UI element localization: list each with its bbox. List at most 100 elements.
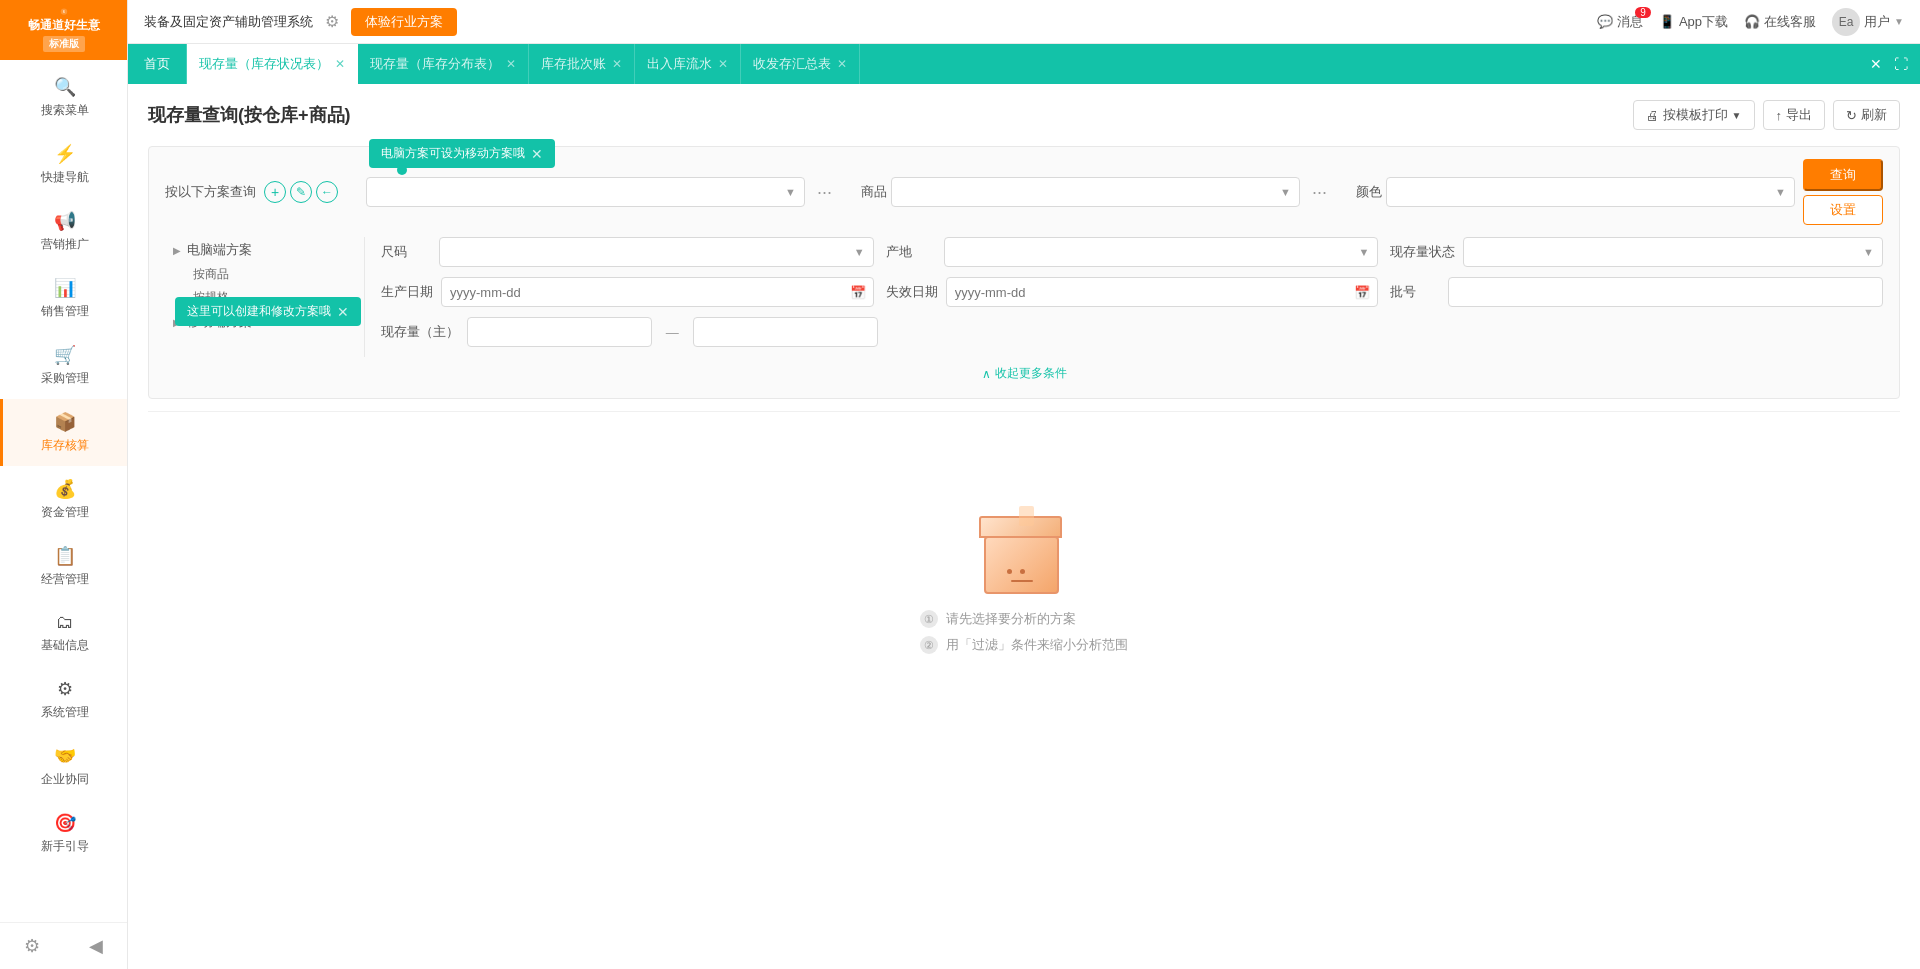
tooltip-pc-scheme-close[interactable]: ✕ xyxy=(531,146,543,162)
enterprise-icon: 🤝 xyxy=(54,745,76,767)
sidebar-item-label: 企业协同 xyxy=(41,771,89,788)
sidebar-item-sales[interactable]: 📊 销售管理 xyxy=(0,265,127,332)
tab-inventory-status[interactable]: 现存量（库存状况表） ✕ xyxy=(187,44,358,84)
sidebar-item-marketing[interactable]: 📢 营销推广 xyxy=(0,198,127,265)
refresh-btn[interactable]: ↻ 刷新 xyxy=(1833,100,1900,130)
search-menu-icon: 🔍 xyxy=(54,76,76,98)
sidebar-item-purchase[interactable]: 🛒 采购管理 xyxy=(0,332,127,399)
app-download-btn[interactable]: 📱 App下载 xyxy=(1659,13,1728,31)
collapse-more-btn[interactable]: ∧ 收起更多条件 xyxy=(165,357,1883,386)
color-select[interactable]: ▼ xyxy=(1386,177,1795,207)
sidebar-item-enterprise[interactable]: 🤝 企业协同 xyxy=(0,733,127,800)
export-label: 导出 xyxy=(1786,106,1812,124)
tab-collect-summary-close[interactable]: ✕ xyxy=(837,57,847,71)
tooltip-connector-dot xyxy=(397,165,407,175)
app-tag: 标准版 xyxy=(43,36,85,52)
batch-input[interactable] xyxy=(1448,277,1883,307)
sidebar-item-quick-nav[interactable]: ⚡ 快捷导航 xyxy=(0,131,127,198)
app-logo: 6 畅通道好生意 标准版 xyxy=(0,0,127,60)
box-mouth xyxy=(1011,580,1033,582)
sidebar-item-newbie[interactable]: 🎯 新手引导 xyxy=(0,800,127,867)
industry-solution-btn[interactable]: 体验行业方案 xyxy=(351,8,457,36)
box-body xyxy=(984,536,1059,594)
tooltip-create-scheme-text: 这里可以创建和修改方案哦 xyxy=(187,303,331,320)
sidebar-item-label: 采购管理 xyxy=(41,370,89,387)
topbar-right: 💬 消息 9 📱 App下载 🎧 在线客服 Ea 用户 ▼ xyxy=(1597,8,1904,36)
goods-dots-icon[interactable]: ··· xyxy=(1308,182,1348,203)
sidebar-item-basic[interactable]: 🗂 基础信息 xyxy=(0,600,127,666)
message-icon: 💬 xyxy=(1597,14,1613,29)
production-date-input[interactable] xyxy=(441,277,874,307)
back-btn[interactable]: ← xyxy=(316,181,338,203)
tooltip-create-scheme-close[interactable]: ✕ xyxy=(337,304,349,320)
sales-icon: 📊 xyxy=(54,277,76,299)
tab-inventory-status-close[interactable]: ✕ xyxy=(335,57,345,71)
sidebar-item-label: 搜索菜单 xyxy=(41,102,89,119)
sidebar: 6 畅通道好生意 标准版 🔍 搜索菜单 ⚡ 快捷导航 📢 营销推广 📊 销售管理… xyxy=(0,0,128,969)
sidebar-item-label: 资金管理 xyxy=(41,504,89,521)
tab-in-out-flow-close[interactable]: ✕ xyxy=(718,57,728,71)
tab-inventory-status-label: 现存量（库存状况表） xyxy=(199,55,329,73)
calendar-icon-2[interactable]: 📅 xyxy=(1354,285,1370,300)
operations-icon: 📋 xyxy=(54,545,76,567)
stock-status-select[interactable]: ▼ xyxy=(1463,237,1883,267)
tooltip-create-scheme: 这里可以创建和修改方案哦 ✕ xyxy=(175,297,361,326)
sidebar-item-finance[interactable]: 💰 资金管理 xyxy=(0,466,127,533)
tab-home[interactable]: 首页 xyxy=(128,44,187,84)
sidebar-item-operations[interactable]: 📋 经营管理 xyxy=(0,533,127,600)
tab-inventory-dist-close[interactable]: ✕ xyxy=(506,57,516,71)
online-service-btn[interactable]: 🎧 在线客服 xyxy=(1744,13,1816,31)
user-btn[interactable]: Ea 用户 ▼ xyxy=(1832,8,1904,36)
tab-maximize-icon[interactable]: ⛶ xyxy=(1890,52,1912,76)
tab-close-all-icon[interactable]: ✕ xyxy=(1866,52,1886,76)
settings-filter-btn[interactable]: 设置 xyxy=(1803,195,1883,225)
refresh-icon: ↻ xyxy=(1846,108,1857,123)
svg-text:6: 6 xyxy=(63,10,65,14)
warehouse-dots-icon[interactable]: ··· xyxy=(813,182,853,203)
sidebar-item-label: 新手引导 xyxy=(41,838,89,855)
sidebar-nav: 🔍 搜索菜单 ⚡ 快捷导航 📢 营销推广 📊 销售管理 🛒 采购管理 📦 库存核… xyxy=(0,60,127,922)
tab-batch-account[interactable]: 库存批次账 ✕ xyxy=(529,44,635,84)
warehouse-select[interactable]: ▼ xyxy=(366,177,805,207)
sidebar-item-system[interactable]: ⚙ 系统管理 xyxy=(0,666,127,733)
tab-batch-account-close[interactable]: ✕ xyxy=(612,57,622,71)
stock-main-input-to[interactable] xyxy=(693,317,878,347)
sidebar-item-search-menu[interactable]: 🔍 搜索菜单 xyxy=(0,64,127,131)
tab-in-out-flow[interactable]: 出入库流水 ✕ xyxy=(635,44,741,84)
add-scheme-btn[interactable]: + xyxy=(264,181,286,203)
sidebar-item-inventory[interactable]: 📦 库存核算 xyxy=(0,399,127,466)
print-label: 按模板打印 xyxy=(1663,106,1728,124)
print-btn[interactable]: 🖨 按模板打印 ▼ xyxy=(1633,100,1755,130)
empty-tip-1: ① 请先选择要分析的方案 xyxy=(920,610,1128,628)
topbar-gear-icon[interactable]: ⚙ xyxy=(325,12,339,31)
quick-nav-icon: ⚡ xyxy=(54,143,76,165)
production-date-label: 生产日期 xyxy=(381,283,433,301)
message-btn[interactable]: 💬 消息 9 xyxy=(1597,13,1643,31)
system-icon: ⚙ xyxy=(57,678,73,700)
tooltip-pc-scheme: 电脑方案可设为移动方案哦 ✕ xyxy=(369,139,555,168)
system-name: 装备及固定资产辅助管理系统 xyxy=(144,13,313,31)
topbar-left: 装备及固定资产辅助管理系统 ⚙ 体验行业方案 xyxy=(144,8,457,36)
edit-scheme-btn[interactable]: ✎ xyxy=(290,181,312,203)
tab-home-label: 首页 xyxy=(144,55,170,73)
calendar-icon-1[interactable]: 📅 xyxy=(850,285,866,300)
settings-bottom-icon[interactable]: ⚙ xyxy=(24,935,40,957)
size-select[interactable]: ▼ xyxy=(439,237,874,267)
export-btn[interactable]: ↑ 导出 xyxy=(1763,100,1826,130)
tab-inventory-dist[interactable]: 现存量（库存分布表） ✕ xyxy=(358,44,529,84)
print-icon: 🖨 xyxy=(1646,108,1659,123)
goods-select[interactable]: ▼ xyxy=(891,177,1300,207)
scheme-pc[interactable]: ▶ 电脑端方案 xyxy=(165,237,356,263)
expiry-date-input[interactable] xyxy=(946,277,1379,307)
page-header: 现存量查询(按仓库+商品) 🖨 按模板打印 ▼ ↑ 导出 ↻ 刷新 xyxy=(148,100,1900,130)
origin-select[interactable]: ▼ xyxy=(944,237,1379,267)
scheme-sub-by-goods[interactable]: 按商品 xyxy=(185,263,356,286)
box-eye-left xyxy=(1007,569,1012,574)
search-btn[interactable]: 查询 xyxy=(1803,159,1883,191)
tab-collect-summary[interactable]: 收发存汇总表 ✕ xyxy=(741,44,860,84)
tab-collect-summary-label: 收发存汇总表 xyxy=(753,55,831,73)
collapse-sidebar-icon[interactable]: ◀ xyxy=(89,935,103,957)
tip-num-2: ② xyxy=(920,636,938,654)
chevron-down-icon: ▼ xyxy=(1732,110,1742,121)
stock-main-input-from[interactable] xyxy=(467,317,652,347)
